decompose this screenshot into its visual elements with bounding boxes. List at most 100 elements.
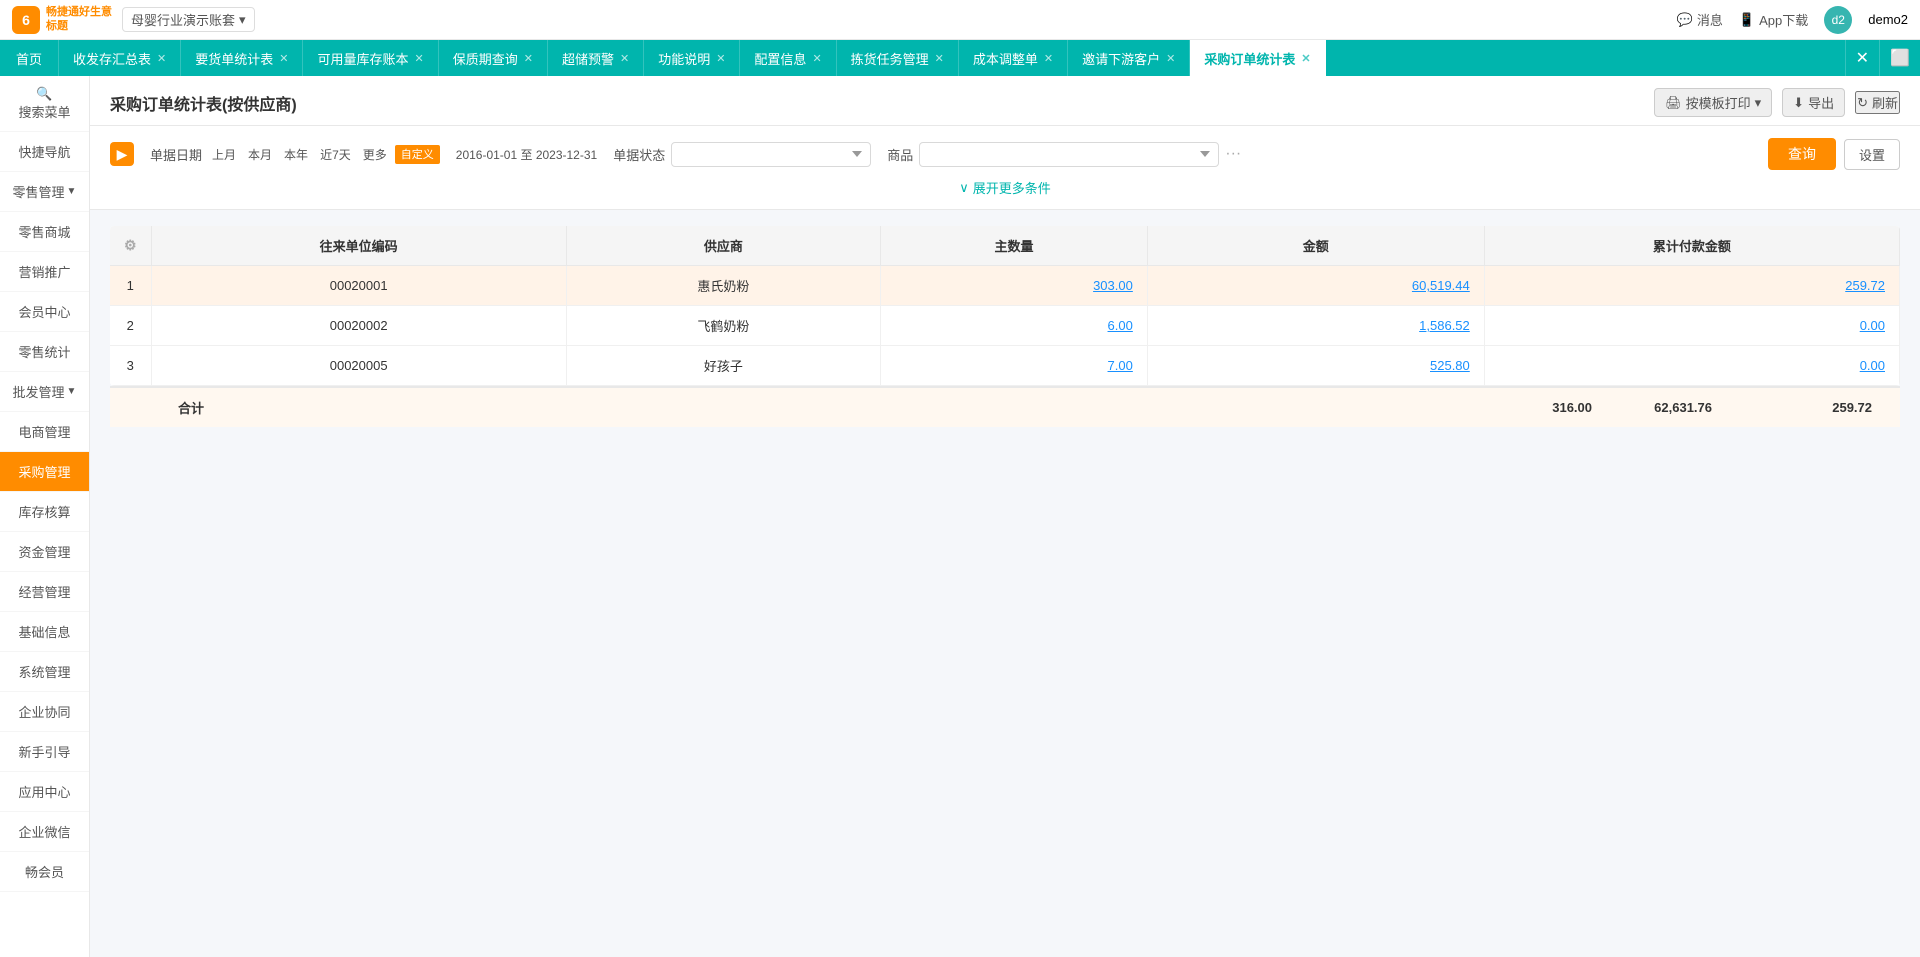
print-btn[interactable]: 🖨 按模板打印 ▾ [1654,88,1772,117]
sidebar-item-enterprise-wechat[interactable]: 企业微信 [0,812,89,852]
sidebar-item-funds-mgmt[interactable]: 资金管理 [0,532,89,572]
filter-more-icon[interactable]: ··· [1225,145,1241,163]
close-icon[interactable]: ✕ [1166,52,1175,65]
cell-paid: 0.00 [1484,346,1899,386]
close-icon[interactable]: ✕ [524,52,533,65]
cell-amount: 60,519.44 [1147,266,1484,306]
tab-function-desc[interactable]: 功能说明 ✕ [644,40,740,76]
message-btn[interactable]: 💬 消息 [1677,10,1723,29]
close-icon[interactable]: ✕ [1301,52,1310,65]
sidebar-item-basic-info[interactable]: 基础信息 [0,612,89,652]
sidebar-item-sys-mgmt[interactable]: 系统管理 [0,652,89,692]
sidebar-item-app-center[interactable]: 应用中心 [0,772,89,812]
tab-available-stock[interactable]: 可用量库存账本 ✕ [303,40,438,76]
close-icon[interactable]: ✕ [620,52,629,65]
tab-config-info[interactable]: 配置信息 ✕ [740,40,836,76]
tab-overstock-warning[interactable]: 超储预警 ✕ [548,40,644,76]
filter-date-range-item: 2016-01-01 至 2023-12-31 [456,146,597,163]
close-icon[interactable]: ✕ [415,52,424,65]
cell-code: 00020005 [151,346,566,386]
cell-seq: 3 [110,346,151,386]
tab-home[interactable]: 首页 [0,40,59,76]
sidebar-item-vip[interactable]: 畅会员 [0,852,89,892]
logo-area: 6 畅捷通好生意 标题 [12,6,112,34]
app-download-btn[interactable]: 📱 App下载 [1739,10,1808,29]
table-area: ⚙ 往来单位编码 供应商 主数量 金额 [90,210,1920,957]
sidebar-item-ops-mgmt[interactable]: 经营管理 [0,572,89,612]
cell-seq: 2 [110,306,151,346]
tab-invite-downstream[interactable]: 邀请下游客户 ✕ [1068,40,1190,76]
close-icon[interactable]: ✕ [1044,52,1053,65]
tab-cost-adjust[interactable]: 成本调整单 ✕ [959,40,1068,76]
maximize-btn[interactable]: ⬜ [1879,40,1920,76]
query-button[interactable]: 查询 [1768,138,1836,170]
date-btn-this-year[interactable]: 本年 [280,145,312,164]
sidebar-item-marketing[interactable]: 营销推广 [0,252,89,292]
workspace-selector[interactable]: 母婴行业演示账套 ▾ [122,7,255,32]
avatar[interactable]: d2 [1824,6,1852,34]
gear-icon[interactable]: ⚙ [124,237,137,253]
sidebar-item-ecommerce-mgmt[interactable]: 电商管理 [0,412,89,452]
expand-more-btn[interactable]: ∨ 展开更多条件 [110,178,1900,197]
chevron-down-icon: ▾ [239,12,246,28]
chevron-down-icon: ▼ [67,186,77,197]
sidebar-item-quick-nav[interactable]: 快捷导航 [0,132,89,172]
filter-date-item: 单据日期 上月 本月 本年 近7天 更多 自定义 [150,145,440,164]
sidebar-item-retail-stats[interactable]: 零售统计 [0,332,89,372]
settings-button[interactable]: 设置 [1844,139,1900,170]
sidebar-item-wholesale-mgmt[interactable]: 批发管理 ▼ [0,372,89,412]
filter-row-1: ▶ 单据日期 上月 本月 本年 近7天 更多 自定义 2016-01-01 至 … [110,138,1900,170]
close-icon[interactable]: ✕ [716,52,725,65]
footer-label: 合计 [178,398,204,417]
tab-collection-summary[interactable]: 收发存汇总表 ✕ [59,40,181,76]
cell-qty: 6.00 [881,306,1148,346]
goods-select[interactable] [919,142,1219,167]
chevron-down-icon: ∨ [959,180,969,196]
cell-paid: 0.00 [1484,306,1899,346]
status-select[interactable] [671,142,871,167]
logo-icon: 6 [12,6,40,34]
filter-area: ▶ 单据日期 上月 本月 本年 近7天 更多 自定义 2016-01-01 至 … [90,126,1920,210]
sidebar-item-search[interactable]: 🔍 搜索菜单 [0,76,89,132]
date-btn-7days[interactable]: 近7天 [316,145,355,164]
tab-goods-stats[interactable]: 要货单统计表 ✕ [181,40,303,76]
cell-amount: 525.80 [1147,346,1484,386]
sidebar-item-new-guide[interactable]: 新手引导 [0,732,89,772]
status-filter-label: 单据状态 [613,145,665,164]
table-header-row: ⚙ 往来单位编码 供应商 主数量 金额 [110,226,1900,266]
filter-toggle-btn[interactable]: ▶ [110,142,134,166]
cell-qty: 303.00 [881,266,1148,306]
sidebar-item-purchase-mgmt[interactable]: 采购管理 [0,452,89,492]
data-table: ⚙ 往来单位编码 供应商 主数量 金额 [110,226,1900,386]
footer-values: 316.00 62,631.76 259.72 [1406,400,1886,415]
tab-warranty-query[interactable]: 保质期查询 ✕ [439,40,548,76]
export-btn[interactable]: ⬇ 导出 [1782,88,1845,117]
date-btn-more[interactable]: 更多 [359,145,391,164]
close-icon[interactable]: ✕ [935,52,944,65]
filter-goods-item: 商品 ··· [887,142,1241,167]
close-icon[interactable]: ✕ [812,52,821,65]
sidebar-item-enterprise-collab[interactable]: 企业协同 [0,692,89,732]
top-bar-left: 6 畅捷通好生意 标题 母婴行业演示账套 ▾ [12,6,255,34]
sidebar-item-retail-mall[interactable]: 零售商城 [0,212,89,252]
sidebar-item-retail-mgmt[interactable]: 零售管理 ▼ [0,172,89,212]
table-row: 2 00020002 飞鹤奶粉 6.00 1,586.52 0.00 [110,306,1900,346]
date-btn-this-month[interactable]: 本月 [244,145,276,164]
page-header: 采购订单统计表(按供应商) 🖨 按模板打印 ▾ ⬇ 导出 ↻ 刷新 [90,76,1920,126]
refresh-icon: ↻ [1857,95,1868,111]
col-header-paid: 累计付款金额 [1484,226,1899,266]
date-custom-tag[interactable]: 自定义 [395,145,440,164]
date-btn-last-month[interactable]: 上月 [208,145,240,164]
close-icon[interactable]: ✕ [279,52,288,65]
chevron-down-icon: ▾ [1755,95,1762,111]
logo-text: 畅捷通好生意 标题 [46,6,112,32]
page-title: 采购订单统计表(按供应商) [110,91,297,115]
tab-purchase-stats[interactable]: 采购订单统计表 ✕ [1190,40,1325,76]
refresh-btn[interactable]: ↻ 刷新 [1855,91,1900,114]
date-range-text: 2016-01-01 至 2023-12-31 [456,146,597,163]
close-tab-btn[interactable]: ✕ [1845,40,1879,76]
sidebar-item-member-center[interactable]: 会员中心 [0,292,89,332]
sidebar-item-inventory-check[interactable]: 库存核算 [0,492,89,532]
close-icon[interactable]: ✕ [157,52,166,65]
tab-picking-task[interactable]: 拣货任务管理 ✕ [837,40,959,76]
